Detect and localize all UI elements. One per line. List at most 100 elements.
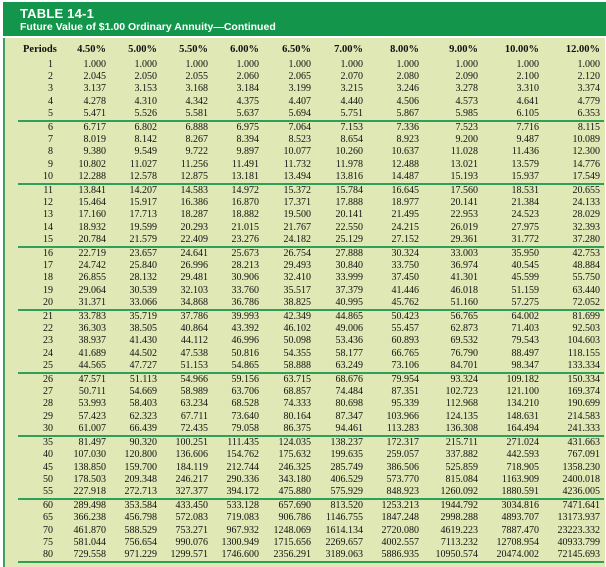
value-cell: 68.528 bbox=[231, 398, 260, 410]
value-cell: 55.457 bbox=[391, 323, 420, 335]
table-body-panel: Periods 4.50% 5.00% 5.50% 6.00% 6.50% 7.00% 8.0… bbox=[3, 38, 605, 567]
value-cell: 1248.069 bbox=[273, 524, 312, 536]
value-cell: 36.303 bbox=[78, 323, 107, 335]
value-cell: 40.995 bbox=[315, 296, 367, 312]
value-cell: 4002.557 bbox=[381, 536, 420, 548]
value-cell: 1.000 bbox=[83, 59, 107, 70]
value-cell: 4.641 bbox=[516, 95, 540, 107]
value-cell: 386.506 bbox=[386, 461, 420, 473]
period-cell: 9 bbox=[48, 158, 53, 170]
value-cell: 4.310 bbox=[134, 95, 158, 107]
value-cell: 8.267 bbox=[185, 134, 209, 146]
period-cell: 22 bbox=[43, 323, 53, 335]
value-cell: 34.868 bbox=[161, 296, 212, 312]
value-cell: 45.599 bbox=[511, 272, 540, 284]
value-cell: 11.732 bbox=[283, 158, 311, 170]
value-cell: 7113.232 bbox=[440, 536, 478, 548]
value-cell: 719.083 bbox=[226, 512, 260, 524]
value-cell: 17.549 bbox=[543, 170, 604, 186]
value-cell: 138.850 bbox=[73, 461, 107, 473]
value-cell: 103.966 bbox=[386, 410, 420, 422]
value-cell: 13.816 bbox=[315, 170, 367, 186]
period-cell: 6 bbox=[48, 122, 53, 134]
period-cell: 12 bbox=[43, 197, 53, 209]
value-cell: 51.159 bbox=[511, 284, 540, 296]
value-cell: 21.579 bbox=[110, 233, 161, 249]
value-cell: 71.403 bbox=[511, 323, 540, 335]
value-cell: 184.119 bbox=[175, 461, 208, 473]
table-row: 1 1.000 1.000 1.000 1.000 1.000 1.000 1.000 1.00… bbox=[18, 59, 604, 71]
value-cell: 62.873 bbox=[450, 323, 479, 335]
value-cell: 461.870 bbox=[73, 524, 107, 536]
value-cell: 69.532 bbox=[450, 335, 479, 347]
value-cell: 2.090 bbox=[455, 71, 479, 83]
table-row: 17 24.742 25.840 26.996 28.213 29.493 30.840 33… bbox=[18, 260, 604, 272]
value-cell: 8.019 bbox=[83, 134, 107, 146]
value-cell: 64.002 bbox=[511, 311, 540, 323]
period-cell: 40 bbox=[43, 449, 53, 461]
value-cell: 40.864 bbox=[180, 323, 209, 335]
value-cell: 11.491 bbox=[231, 158, 259, 170]
value-cell: 49.006 bbox=[335, 323, 364, 335]
value-cell: 41.689 bbox=[78, 347, 107, 359]
value-cell: 13.579 bbox=[511, 158, 540, 170]
value-cell: 24.133 bbox=[572, 197, 601, 209]
value-cell: 32.410 bbox=[283, 272, 312, 284]
value-cell: 29.361 bbox=[423, 233, 482, 249]
value-cell: 815.084 bbox=[445, 473, 479, 485]
value-cell: 3.374 bbox=[577, 83, 601, 95]
table-row: 25 44.565 47.727 51.153 54.865 58.888 63.249 73… bbox=[18, 359, 604, 375]
value-cell: 61.007 bbox=[62, 422, 110, 438]
table-row: 55 227.918 272.713 327.377 394.172 475.880 575… bbox=[18, 485, 604, 501]
table-row: 22 36.303 38.505 40.864 43.392 46.102 49.006 55… bbox=[18, 323, 604, 335]
value-cell: 2356.291 bbox=[263, 548, 315, 564]
value-cell: 12.488 bbox=[391, 158, 420, 170]
rate-column-header: 10.00% bbox=[504, 44, 539, 55]
value-cell: 813.520 bbox=[330, 500, 364, 512]
value-cell: 4.278 bbox=[83, 95, 107, 107]
value-cell: 575.929 bbox=[315, 485, 367, 501]
period-cell: 75 bbox=[43, 536, 53, 548]
value-cell: 38.825 bbox=[263, 296, 315, 312]
value-cell: 572.083 bbox=[175, 512, 209, 524]
period-cell: 13 bbox=[43, 209, 53, 221]
value-cell: 442.593 bbox=[506, 449, 540, 461]
value-cell: 1880.591 bbox=[482, 485, 543, 501]
value-cell: 12.300 bbox=[572, 146, 601, 158]
value-cell: 19.500 bbox=[283, 209, 312, 221]
value-cell: 2720.080 bbox=[381, 524, 420, 536]
value-cell: 46.018 bbox=[450, 284, 479, 296]
period-cell: 24 bbox=[43, 347, 53, 359]
value-cell: 36.786 bbox=[212, 296, 263, 312]
value-cell: 10.077 bbox=[283, 146, 312, 158]
value-cell: 2.100 bbox=[516, 71, 540, 83]
value-cell: 30.539 bbox=[129, 284, 158, 296]
table-header-band: TABLE 14-1 Future Value of $1.00 Ordinar… bbox=[3, 2, 606, 36]
value-cell: 54.355 bbox=[283, 347, 312, 359]
value-cell: 87.351 bbox=[391, 386, 420, 398]
value-cell: 3.168 bbox=[185, 83, 209, 95]
period-cell: 60 bbox=[43, 500, 53, 512]
value-cell: 4.407 bbox=[288, 95, 312, 107]
rate-column-header: 8.00% bbox=[390, 44, 419, 55]
value-cell: 1299.571 bbox=[161, 548, 212, 564]
value-cell: 33.066 bbox=[110, 296, 161, 312]
value-cell: 26.019 bbox=[450, 221, 479, 233]
value-cell: 4236.005 bbox=[543, 485, 604, 501]
value-cell: 14.972 bbox=[231, 185, 260, 197]
value-cell: 35.950 bbox=[511, 248, 540, 260]
value-cell: 246.325 bbox=[278, 461, 312, 473]
value-cell: 406.529 bbox=[330, 473, 364, 485]
value-cell: 10.089 bbox=[572, 134, 601, 146]
value-cell: 46.102 bbox=[283, 323, 312, 335]
value-cell: 9.200 bbox=[455, 134, 479, 146]
value-cell: 290.336 bbox=[226, 473, 260, 485]
value-cell: 10.802 bbox=[78, 158, 107, 170]
value-cell: 4.573 bbox=[455, 95, 479, 107]
value-cell: 154.762 bbox=[226, 449, 260, 461]
value-cell: 343.180 bbox=[278, 473, 312, 485]
value-cell: 37.379 bbox=[335, 284, 364, 296]
table-row: 75 581.044 756.654 990.076 1300.949 1715.656 2… bbox=[18, 537, 604, 549]
value-cell: 73.640 bbox=[231, 410, 260, 422]
value-cell: 14.583 bbox=[180, 185, 209, 197]
